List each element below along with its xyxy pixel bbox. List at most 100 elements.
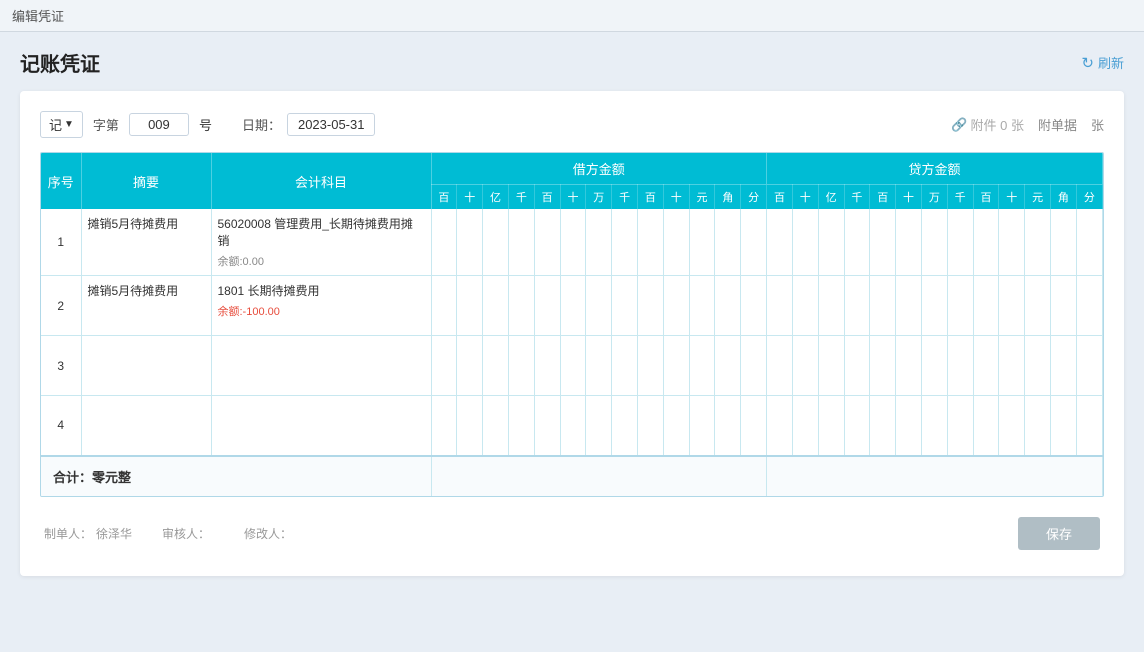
row-3-debit-10[interactable] (689, 396, 715, 456)
row-3-credit-9[interactable] (999, 396, 1025, 456)
row-1-credit-5[interactable] (896, 276, 922, 336)
row-0-credit-11[interactable] (1051, 209, 1077, 276)
refresh-button[interactable]: ↻ 刷新 (1081, 53, 1124, 72)
row-2-credit-5[interactable] (896, 336, 922, 396)
row-2-debit-9[interactable] (663, 336, 689, 396)
row-3-credit-1[interactable] (792, 396, 818, 456)
row-3-debit-12[interactable] (741, 396, 767, 456)
row-2-debit-12[interactable] (741, 336, 767, 396)
row-3-debit-8[interactable] (638, 396, 664, 456)
row-2-credit-3[interactable] (844, 336, 870, 396)
row-0-summary[interactable]: 摊销5月待摊费用 (81, 209, 211, 276)
row-2-summary[interactable] (81, 336, 211, 396)
row-2-credit-4[interactable] (870, 336, 896, 396)
row-2-account[interactable] (211, 336, 431, 396)
row-0-debit-7[interactable] (612, 209, 638, 276)
row-0-account[interactable]: 56020008 管理费用_长期待摊费用摊销余额:0.00 (211, 209, 431, 276)
row-0-credit-9[interactable] (999, 209, 1025, 276)
row-3-debit-9[interactable] (663, 396, 689, 456)
row-2-debit-2[interactable] (483, 336, 509, 396)
row-3-debit-2[interactable] (483, 396, 509, 456)
row-3-summary[interactable] (81, 396, 211, 456)
row-2-debit-7[interactable] (612, 336, 638, 396)
row-3-debit-6[interactable] (586, 396, 612, 456)
row-3-credit-2[interactable] (818, 396, 844, 456)
row-2-debit-11[interactable] (715, 336, 741, 396)
row-1-credit-1[interactable] (792, 276, 818, 336)
row-2-credit-0[interactable] (767, 336, 793, 396)
row-3-debit-0[interactable] (431, 396, 457, 456)
row-3-credit-7[interactable] (947, 396, 973, 456)
row-0-credit-2[interactable] (818, 209, 844, 276)
row-3-debit-4[interactable] (534, 396, 560, 456)
row-2-debit-5[interactable] (560, 336, 586, 396)
row-3-credit-10[interactable] (1025, 396, 1051, 456)
row-3-credit-5[interactable] (896, 396, 922, 456)
row-2-debit-10[interactable] (689, 336, 715, 396)
row-3-credit-6[interactable] (921, 396, 947, 456)
voucher-type-dropdown[interactable]: 记 ▼ (40, 111, 83, 138)
row-1-debit-7[interactable] (612, 276, 638, 336)
row-0-debit-11[interactable] (715, 209, 741, 276)
date-value-box[interactable]: 2023-05-31 (287, 113, 376, 136)
row-1-credit-9[interactable] (999, 276, 1025, 336)
row-2-credit-2[interactable] (818, 336, 844, 396)
row-1-debit-5[interactable] (560, 276, 586, 336)
row-0-debit-2[interactable] (483, 209, 509, 276)
row-2-credit-11[interactable] (1051, 336, 1077, 396)
row-0-credit-4[interactable] (870, 209, 896, 276)
row-3-credit-8[interactable] (973, 396, 999, 456)
row-0-debit-8[interactable] (638, 209, 664, 276)
row-1-debit-6[interactable] (586, 276, 612, 336)
row-2-debit-1[interactable] (457, 336, 483, 396)
row-3-debit-7[interactable] (612, 396, 638, 456)
row-0-debit-6[interactable] (586, 209, 612, 276)
row-0-debit-9[interactable] (663, 209, 689, 276)
row-2-debit-0[interactable] (431, 336, 457, 396)
row-3-credit-11[interactable] (1051, 396, 1077, 456)
row-3-credit-3[interactable] (844, 396, 870, 456)
row-0-debit-12[interactable] (741, 209, 767, 276)
row-3-debit-1[interactable] (457, 396, 483, 456)
row-1-credit-0[interactable] (767, 276, 793, 336)
row-2-credit-10[interactable] (1025, 336, 1051, 396)
row-0-debit-0[interactable] (431, 209, 457, 276)
voucher-number-box[interactable]: 009 (129, 113, 189, 136)
row-1-credit-10[interactable] (1025, 276, 1051, 336)
row-2-credit-1[interactable] (792, 336, 818, 396)
row-1-credit-11[interactable] (1051, 276, 1077, 336)
attach-single-label[interactable]: 附单据 (1038, 115, 1077, 134)
row-3-debit-5[interactable] (560, 396, 586, 456)
row-2-debit-6[interactable] (586, 336, 612, 396)
row-0-debit-1[interactable] (457, 209, 483, 276)
row-3-debit-3[interactable] (508, 396, 534, 456)
row-2-debit-8[interactable] (638, 336, 664, 396)
row-1-summary[interactable]: 摊销5月待摊费用 (81, 276, 211, 336)
row-2-debit-4[interactable] (534, 336, 560, 396)
row-0-debit-10[interactable] (689, 209, 715, 276)
row-1-debit-0[interactable] (431, 276, 457, 336)
row-2-credit-8[interactable] (973, 336, 999, 396)
row-1-debit-2[interactable] (483, 276, 509, 336)
row-3-credit-12[interactable] (1076, 396, 1102, 456)
row-2-credit-9[interactable] (999, 336, 1025, 396)
row-1-credit-2[interactable] (818, 276, 844, 336)
row-3-account[interactable] (211, 396, 431, 456)
row-0-credit-12[interactable] (1076, 209, 1102, 276)
row-0-credit-7[interactable] (947, 209, 973, 276)
row-1-debit-1[interactable] (457, 276, 483, 336)
row-0-credit-5[interactable] (896, 209, 922, 276)
row-0-credit-8[interactable] (973, 209, 999, 276)
save-button[interactable]: 保存 (1018, 517, 1100, 550)
row-1-debit-9[interactable] (663, 276, 689, 336)
row-1-debit-11[interactable] (715, 276, 741, 336)
row-1-credit-3[interactable] (844, 276, 870, 336)
row-1-account[interactable]: 1801 长期待摊费用余额:-100.00 (211, 276, 431, 336)
row-2-debit-3[interactable] (508, 336, 534, 396)
row-1-credit-6[interactable] (921, 276, 947, 336)
row-1-credit-8[interactable] (973, 276, 999, 336)
row-3-credit-0[interactable] (767, 396, 793, 456)
row-1-debit-12[interactable] (741, 276, 767, 336)
row-0-credit-6[interactable] (921, 209, 947, 276)
row-1-credit-4[interactable] (870, 276, 896, 336)
